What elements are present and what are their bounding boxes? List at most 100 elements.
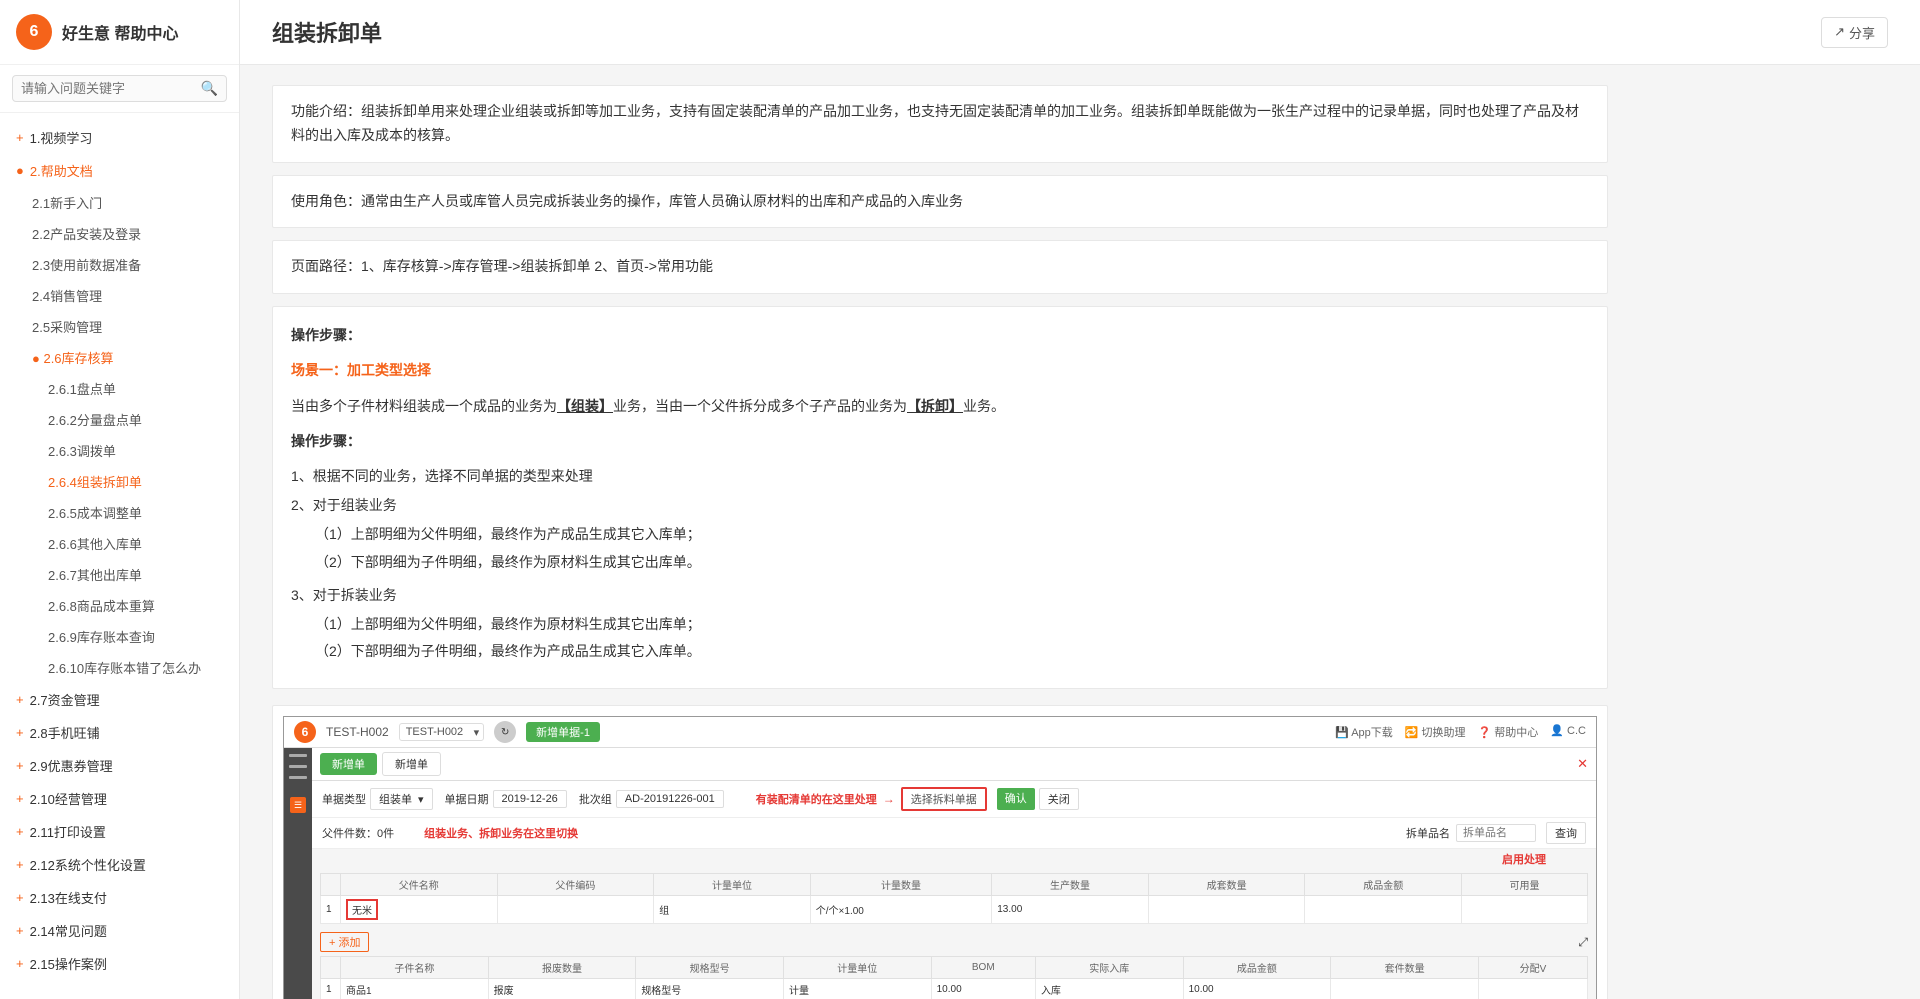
annotation-text3: 启用处理 bbox=[1502, 851, 1546, 867]
sidebar-item-partialstock[interactable]: 2.6.2分量盘点单 bbox=[0, 404, 239, 435]
app-icon-download[interactable]: 💾 App下载 bbox=[1335, 724, 1393, 740]
cancel-btn[interactable]: 关闭 bbox=[1039, 788, 1079, 810]
strip-line2 bbox=[289, 765, 307, 768]
doc-type-field: 单据类型 组装单 ▾ bbox=[322, 788, 433, 810]
subtype-input[interactable] bbox=[1456, 824, 1536, 842]
sidebar-item-otherin[interactable]: 2.6.6其他入库单 bbox=[0, 528, 239, 559]
step2: 2、对于组装业务 bbox=[291, 493, 1589, 518]
app-tab-active[interactable]: 新增单 bbox=[320, 753, 377, 775]
sidebar-item-payment[interactable]: + 2.13在线支付 bbox=[0, 881, 239, 914]
btd-amount1: 10.00 bbox=[1183, 979, 1331, 999]
add-row-btn[interactable]: + 添加 bbox=[320, 932, 369, 952]
app-close-btn[interactable]: ✕ bbox=[1577, 756, 1588, 772]
app-icon-user[interactable]: 👤 C.C bbox=[1550, 724, 1586, 740]
sidebar-item-faq[interactable]: + 2.14常见问题 bbox=[0, 914, 239, 947]
sidebar-item-otherout[interactable]: 2.6.7其他出库单 bbox=[0, 559, 239, 590]
bottom-table-header-row: 子件名称 报废数量 规格型号 计量单位 BOM 实际入库 成品金额 套件数量 bbox=[321, 957, 1588, 979]
app-tabs: 新增单 新增单 ✕ bbox=[312, 748, 1596, 781]
expand-icon-area: ⤢ bbox=[1578, 935, 1588, 950]
subtype-label: 拆单品名 bbox=[1406, 825, 1450, 841]
intro-block: 功能介绍：组装拆卸单用来处理企业组装或拆卸等加工业务，支持有固定装配清单的产品加… bbox=[272, 85, 1608, 163]
strip-orange-icon: ☰ bbox=[290, 797, 306, 813]
bottom-table-wrapper: 子件名称 报废数量 规格型号 计量单位 BOM 实际入库 成品金额 套件数量 bbox=[312, 956, 1596, 999]
bth-actual: 实际入库 bbox=[1035, 957, 1183, 979]
app-topbar: 6 TEST-H002 TEST-H002 ▾ ↻ 新增单据-1 💾 App下载… bbox=[284, 717, 1596, 748]
sidebar-item-custom[interactable]: + 2.12系统个性化设置 bbox=[0, 848, 239, 881]
sidebar-item-stocktake[interactable]: 2.6.1盘点单 bbox=[0, 373, 239, 404]
sidebar-item-video[interactable]: + 1.视频学习 bbox=[0, 121, 239, 154]
sidebar-item-newbie[interactable]: 2.1新手入门 bbox=[0, 187, 239, 218]
btd-dist1 bbox=[1478, 979, 1587, 999]
app-icon-help[interactable]: ❓ 帮助中心 bbox=[1478, 724, 1539, 740]
annotation-text2: 组装业务、拆卸业务在这里切换 bbox=[424, 825, 578, 841]
steps-title: 操作步骤： bbox=[291, 323, 1589, 348]
date-field: 单据日期 2019-12-26 bbox=[445, 790, 567, 808]
sidebar-item-prepare[interactable]: 2.3使用前数据准备 bbox=[0, 249, 239, 280]
scenario1-title: 场景一：加工类型选择 bbox=[291, 362, 431, 378]
role-text: 使用角色：通常由生产人员或库管人员完成拆装业务的操作，库管人员确认原材料的出库和… bbox=[291, 193, 963, 209]
annotation-text1: 有装配清单的在这里处理 bbox=[756, 791, 877, 807]
plus-icon-operation: + bbox=[16, 791, 24, 806]
date-value[interactable]: 2019-12-26 bbox=[493, 790, 567, 808]
app-tab-inactive[interactable]: 新增单 bbox=[382, 752, 441, 776]
sidebar-item-assembly[interactable]: 2.6.4组装拆卸单 bbox=[0, 466, 239, 497]
annotation-area1: 有装配清单的在这里处理 → 选择拆料单据 确认 关闭 bbox=[756, 787, 1079, 811]
sidebar-item-costcalc[interactable]: 2.6.8商品成本重算 bbox=[0, 590, 239, 621]
sidebar-item-mobile[interactable]: + 2.8手机旺铺 bbox=[0, 716, 239, 749]
top-table: 父件名称 父件编码 计量单位 计量数量 生产数量 成套数量 成品金额 可用量 bbox=[320, 873, 1588, 924]
plus-icon-mobile: + bbox=[16, 725, 24, 740]
sidebar-item-wrongacc[interactable]: 2.6.10库存账本错了怎么办 bbox=[0, 652, 239, 683]
app-newdoc-btn[interactable]: 新增单据-1 bbox=[526, 722, 600, 742]
sidebar-item-purchase[interactable]: 2.5采购管理 bbox=[0, 311, 239, 342]
batch-value[interactable]: AD-20191226-001 bbox=[616, 790, 724, 808]
expand-icon[interactable]: ⤢ bbox=[1578, 935, 1588, 950]
top-table-header-row: 父件名称 父件编码 计量单位 计量数量 生产数量 成套数量 成品金额 可用量 bbox=[321, 874, 1588, 896]
sidebar-item-adjust[interactable]: 2.6.3调拨单 bbox=[0, 435, 239, 466]
sidebar-item-capital[interactable]: + 2.7资金管理 bbox=[0, 683, 239, 716]
plus-icon-capital: + bbox=[16, 692, 24, 707]
app-company-select[interactable]: TEST-H002 ▾ bbox=[399, 723, 484, 741]
sidebar-item-cases[interactable]: + 2.15操作案例 bbox=[0, 947, 239, 980]
strip-line bbox=[289, 754, 307, 757]
app-logo-text: 好生意 帮助中心 bbox=[62, 20, 178, 44]
share-button[interactable]: ↗ 分享 bbox=[1821, 17, 1888, 48]
add-row-area: + 添加 bbox=[320, 932, 369, 952]
th-complete: 成套数量 bbox=[1148, 874, 1305, 896]
sidebar-item-print[interactable]: + 2.11打印设置 bbox=[0, 815, 239, 848]
sidebar-item-inventory[interactable]: ● 2.6库存核算 bbox=[0, 342, 239, 373]
minus-icon-inventory: ● bbox=[32, 351, 43, 366]
share-icon: ↗ bbox=[1834, 24, 1845, 40]
bth-set: 套件数量 bbox=[1331, 957, 1479, 979]
search-icon[interactable]: 🔍 bbox=[201, 80, 218, 97]
app-icon-switch[interactable]: 🔁 切换助理 bbox=[1405, 724, 1466, 740]
path-block: 页面路径：1、库存核算->库存管理->组装拆卸单 2、首页->常用功能 bbox=[272, 240, 1608, 294]
annotation-btn1[interactable]: 选择拆料单据 bbox=[901, 787, 987, 811]
main-header: 组装拆卸单 ↗ 分享 bbox=[240, 0, 1920, 65]
confirm-btn[interactable]: 确认 bbox=[997, 788, 1035, 810]
th-unit: 计量单位 bbox=[654, 874, 811, 896]
btd-spec1: 规格型号 bbox=[636, 979, 784, 999]
highlighted-cell[interactable]: 无米 bbox=[346, 899, 378, 920]
search-box[interactable]: 🔍 bbox=[12, 75, 227, 102]
strip-line3 bbox=[289, 776, 307, 779]
sidebar-item-coupon[interactable]: + 2.9优惠券管理 bbox=[0, 749, 239, 782]
sidebar-item-docs[interactable]: ● 2.帮助文档 bbox=[0, 154, 239, 187]
sidebar-item-sales[interactable]: 2.4销售管理 bbox=[0, 280, 239, 311]
logo-area: 6 好生意 帮助中心 bbox=[0, 0, 239, 65]
sidebar-item-costadj[interactable]: 2.6.5成本调整单 bbox=[0, 497, 239, 528]
search-input[interactable] bbox=[21, 81, 201, 96]
btd-bom1: 10.00 bbox=[931, 979, 1035, 999]
bth-name: 子件名称 bbox=[341, 957, 489, 979]
step1: 1、根据不同的业务，选择不同单据的类型来处理 bbox=[291, 464, 1589, 489]
search-btn[interactable]: 查询 bbox=[1546, 822, 1586, 844]
plus-icon-print: + bbox=[16, 824, 24, 839]
doc-type-label: 单据类型 bbox=[322, 791, 366, 807]
sidebar-item-operation[interactable]: + 2.10经营管理 bbox=[0, 782, 239, 815]
content-area: 功能介绍：组装拆卸单用来处理企业组装或拆卸等加工业务，支持有固定装配清单的产品加… bbox=[240, 65, 1640, 999]
bth-spec: 规格型号 bbox=[636, 957, 784, 979]
sidebar-item-ledger[interactable]: 2.6.9库存账本查询 bbox=[0, 621, 239, 652]
count-info: 父件件数：0件 bbox=[322, 825, 394, 841]
doc-type-select[interactable]: 组装单 ▾ bbox=[370, 788, 433, 810]
sidebar-item-install[interactable]: 2.2产品安装及登录 bbox=[0, 218, 239, 249]
step3: 3、对于拆装业务 bbox=[291, 583, 1589, 608]
